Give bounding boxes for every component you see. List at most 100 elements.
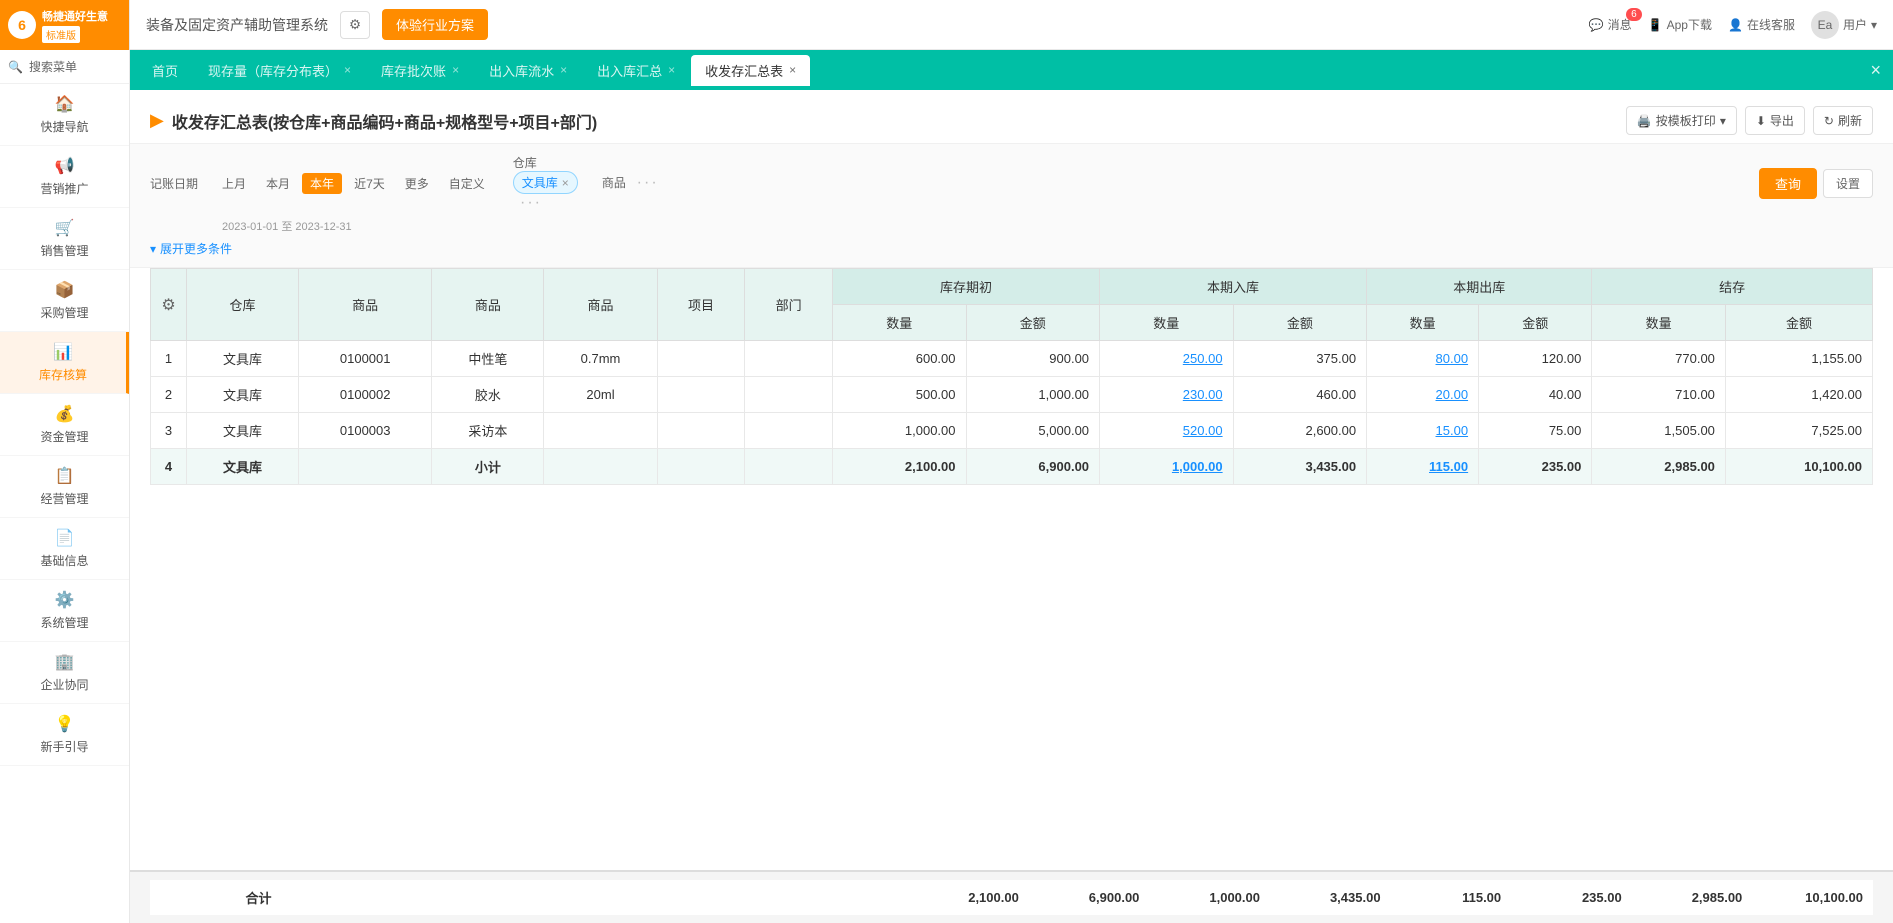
col-spec-header: 商品: [544, 269, 657, 341]
cell-init-qty: 600.00: [832, 341, 966, 377]
cell-spec: 0.7mm: [544, 341, 657, 377]
custom-date-btn[interactable]: 自定义: [441, 173, 493, 194]
warehouse-more-btn[interactable]: ···: [520, 194, 542, 211]
sidebar-item-finance[interactable]: 💰 资金管理: [0, 394, 129, 456]
message-icon: 💬: [1589, 18, 1604, 32]
sidebar-item-purchase[interactable]: 📦 采购管理: [0, 270, 129, 332]
col-code-header: 商品: [298, 269, 432, 341]
page-header-actions: 🖨️ 按模板打印 ▾ ⬇ 导出 ↻ 刷新: [1626, 106, 1873, 135]
cell-in-qty[interactable]: 520.00: [1100, 413, 1234, 449]
col-out-amt-header: 金额: [1479, 305, 1592, 341]
date-label: 记账日期: [150, 175, 198, 192]
sidebar-item-inventory[interactable]: 📊 库存核算: [0, 332, 129, 394]
this-month-btn[interactable]: 本月: [258, 173, 298, 194]
subtotal-dept: [745, 449, 833, 485]
online-service-action[interactable]: 👤 在线客服: [1728, 16, 1795, 33]
brand-text: 畅捷通好生意 标准版: [42, 8, 108, 43]
tab-stock-dist[interactable]: 现存量（库存分布表） ×: [194, 55, 365, 86]
close-all-tabs-btn[interactable]: ×: [1866, 56, 1885, 85]
experience-btn[interactable]: 体验行业方案: [382, 9, 488, 40]
cell-out-qty[interactable]: 80.00: [1367, 341, 1479, 377]
tab-batch[interactable]: 库存批次账 ×: [367, 55, 473, 86]
warehouse-tag-close[interactable]: ×: [562, 176, 569, 190]
settings-btn[interactable]: ⚙: [340, 11, 370, 39]
col-name-header: 商品: [432, 269, 544, 341]
table-settings-icon[interactable]: ⚙: [161, 297, 175, 314]
goods-more-btn[interactable]: ···: [637, 174, 659, 191]
sidebar-item-guide[interactable]: 💡 新手引导: [0, 704, 129, 766]
subtotal-bal-qty: 2,985.00: [1592, 449, 1726, 485]
marketing-icon: 📢: [55, 156, 75, 176]
subtotal-init-qty: 2,100.00: [832, 449, 966, 485]
app-download-action[interactable]: 📱 App下载: [1648, 16, 1712, 33]
message-action[interactable]: 💬 消息 6: [1589, 16, 1632, 33]
more-dates-btn[interactable]: 更多: [397, 173, 437, 194]
purchase-label: 采购管理: [40, 304, 88, 321]
tab-inout-summary-close[interactable]: ×: [668, 63, 675, 77]
tab-home[interactable]: 首页: [138, 55, 192, 86]
cell-init-qty: 1,000.00: [832, 413, 966, 449]
cell-out-amt: 120.00: [1479, 341, 1592, 377]
sidebar-item-search[interactable]: 🔍 搜索菜单: [0, 50, 129, 84]
search-label: 搜索菜单: [29, 58, 77, 75]
table-container: ⚙ 仓库 商品 商品 商品 项目 部门 库存期初 本期入库 本期出库 结存: [130, 268, 1893, 870]
cell-name: 中性笔: [432, 341, 544, 377]
data-table: ⚙ 仓库 商品 商品 商品 项目 部门 库存期初 本期入库 本期出库 结存: [150, 268, 1873, 485]
cell-out-qty[interactable]: 15.00: [1367, 413, 1479, 449]
cell-no: 2: [151, 377, 187, 413]
tab-inout-flow-close[interactable]: ×: [560, 63, 567, 77]
sidebar-item-basic-info[interactable]: 📄 基础信息: [0, 518, 129, 580]
marketing-label: 营销推广: [40, 180, 88, 197]
operations-icon: 📋: [55, 466, 75, 486]
last-7-days-btn[interactable]: 近7天: [346, 173, 393, 194]
tab-inout-summary[interactable]: 出入库汇总 ×: [583, 55, 689, 86]
total-name-cell: [453, 880, 587, 915]
subtotal-in-qty[interactable]: 1,000.00: [1100, 449, 1234, 485]
tab-recv-send-summary-label: 收发存汇总表: [705, 61, 783, 80]
cell-out-amt: 40.00: [1479, 377, 1592, 413]
refresh-btn[interactable]: ↻ 刷新: [1813, 106, 1873, 135]
col-dept-header: 部门: [745, 269, 833, 341]
user-label: 用户: [1843, 16, 1867, 33]
sidebar-item-operations[interactable]: 📋 经营管理: [0, 456, 129, 518]
query-btn[interactable]: 查询: [1759, 168, 1817, 199]
tab-batch-close[interactable]: ×: [452, 63, 459, 77]
col-group-out-header: 本期出库: [1367, 269, 1592, 305]
cell-out-qty[interactable]: 20.00: [1367, 377, 1479, 413]
subtotal-no: 4: [151, 449, 187, 485]
phone-icon: 📱: [1648, 18, 1663, 32]
sidebar-item-marketing[interactable]: 📢 营销推广: [0, 146, 129, 208]
cell-in-qty[interactable]: 230.00: [1100, 377, 1234, 413]
date-shortcuts: 上月 本月 本年 近7天 更多 自定义: [214, 173, 493, 194]
col-project-header: 项目: [657, 269, 745, 341]
sidebar-item-system[interactable]: ⚙️ 系统管理: [0, 580, 129, 642]
sidebar-item-quick-nav[interactable]: 🏠 快捷导航: [0, 84, 129, 146]
last-month-btn[interactable]: 上月: [214, 173, 254, 194]
user-action[interactable]: Ea 用户 ▾: [1811, 11, 1877, 39]
tab-inout-flow[interactable]: 出入库流水 ×: [475, 55, 581, 86]
collapse-icon[interactable]: ▶: [150, 110, 164, 131]
total-in-qty: 1,000.00: [1149, 880, 1270, 915]
export-btn[interactable]: ⬇ 导出: [1745, 106, 1805, 135]
total-out-qty: 115.00: [1391, 880, 1512, 915]
cell-in-qty[interactable]: 250.00: [1100, 341, 1234, 377]
cell-spec: [544, 413, 657, 449]
tab-recv-send-summary-close[interactable]: ×: [789, 63, 796, 77]
subtotal-spec: [544, 449, 657, 485]
print-btn[interactable]: 🖨️ 按模板打印 ▾: [1626, 106, 1737, 135]
service-icon: 👤: [1728, 18, 1743, 32]
tab-recv-send-summary[interactable]: 收发存汇总表 ×: [691, 55, 810, 86]
set-btn[interactable]: 设置: [1823, 169, 1873, 198]
sidebar-item-sales[interactable]: 🛒 销售管理: [0, 208, 129, 270]
subtotal-in-amt: 3,435.00: [1233, 449, 1367, 485]
this-year-btn[interactable]: 本年: [302, 173, 342, 194]
cell-warehouse: 文具库: [187, 341, 299, 377]
col-group-init-header: 库存期初: [832, 269, 1099, 305]
subtotal-out-qty[interactable]: 115.00: [1367, 449, 1479, 485]
sidebar-item-enterprise[interactable]: 🏢 企业协同: [0, 642, 129, 704]
expand-more-btn[interactable]: ▾ 展开更多条件: [150, 240, 1873, 257]
purchase-icon: 📦: [55, 280, 75, 300]
table-header-group-row: ⚙ 仓库 商品 商品 商品 项目 部门 库存期初 本期入库 本期出库 结存: [151, 269, 1873, 305]
tab-stock-dist-close[interactable]: ×: [344, 63, 351, 77]
cell-project: [657, 377, 745, 413]
